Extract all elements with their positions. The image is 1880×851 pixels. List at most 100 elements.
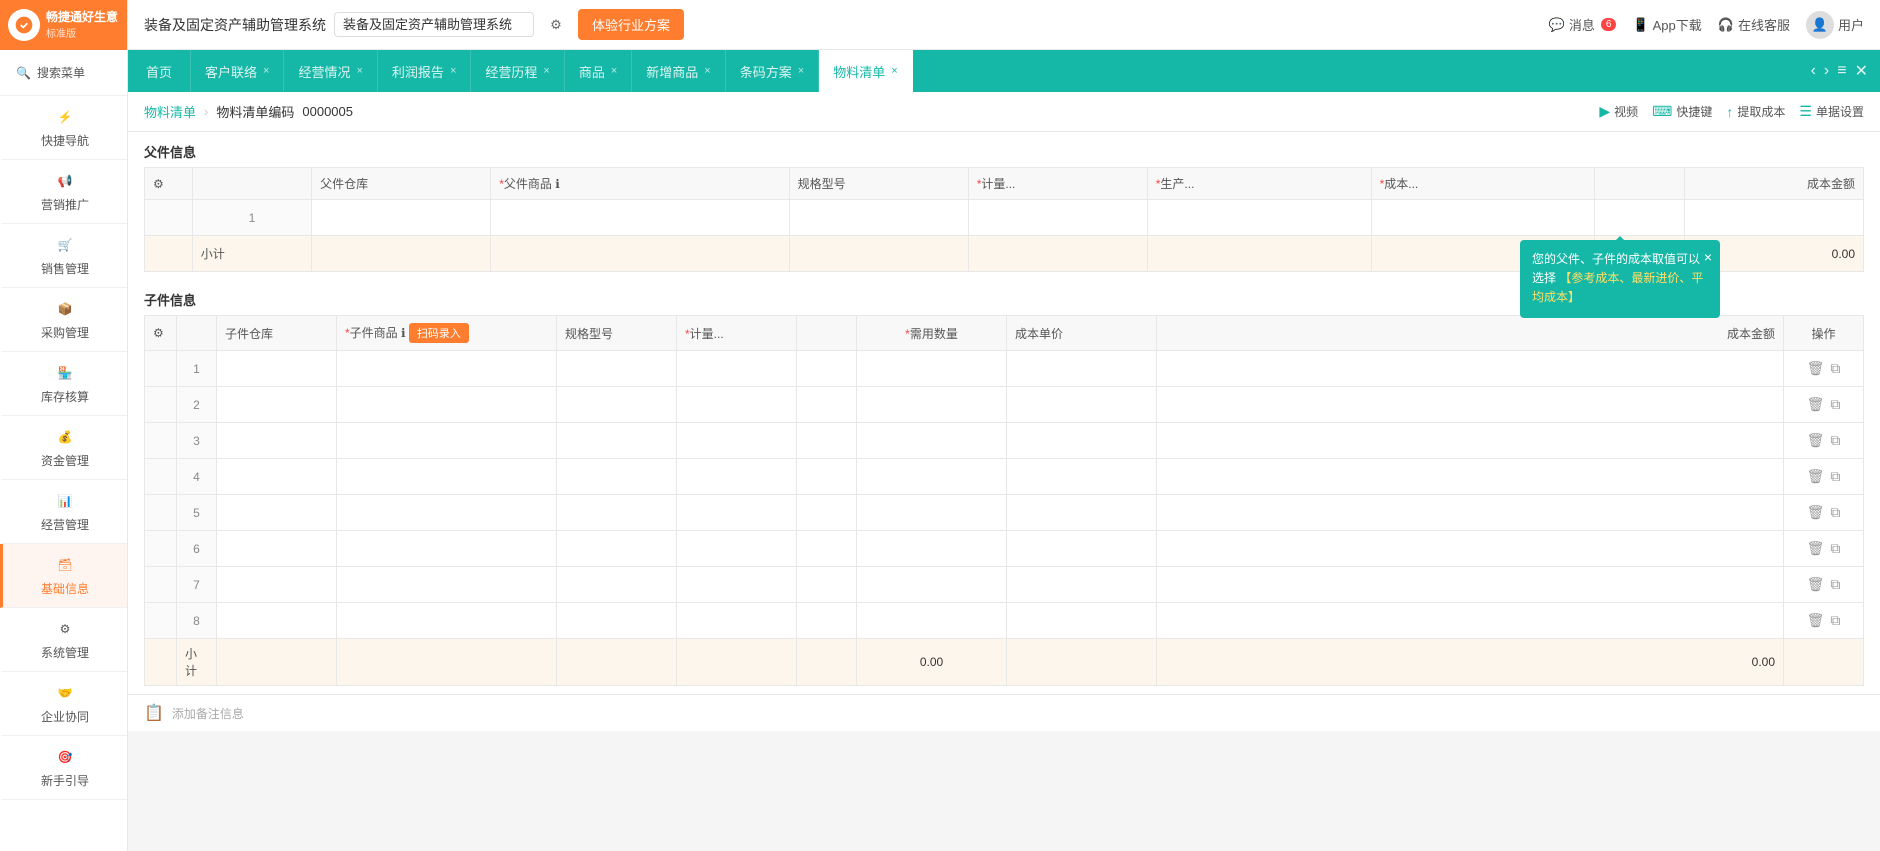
tab-bom-close[interactable]: × bbox=[891, 65, 897, 77]
trial-button[interactable]: 体验行业方案 bbox=[578, 9, 684, 40]
child-row-product[interactable] bbox=[337, 567, 557, 603]
breadcrumb[interactable]: 物料清单 bbox=[144, 102, 196, 121]
delete-icon[interactable]: 🗑 bbox=[1807, 612, 1825, 629]
sidebar-item-inventory[interactable]: 🏪 库存核算 bbox=[0, 352, 127, 416]
child-row-need-qty[interactable] bbox=[857, 567, 1007, 603]
copy-icon[interactable]: ⧉ bbox=[1830, 540, 1840, 557]
tooltip-close-icon[interactable]: × bbox=[1704, 246, 1712, 268]
child-row-warehouse[interactable] bbox=[217, 531, 337, 567]
child-row-product[interactable] bbox=[337, 495, 557, 531]
parent-row-1-cost[interactable] bbox=[1371, 200, 1595, 236]
tab-products-close[interactable]: × bbox=[611, 65, 617, 77]
child-row-warehouse[interactable] bbox=[217, 495, 337, 531]
sidebar-item-guide[interactable]: 🎯 新手引导 bbox=[0, 736, 127, 800]
tab-ops-close[interactable]: × bbox=[356, 65, 362, 77]
child-row-spec[interactable] bbox=[557, 603, 677, 639]
child-row-qty[interactable] bbox=[677, 567, 797, 603]
child-row-need-qty[interactable] bbox=[857, 495, 1007, 531]
online-service-item[interactable]: 🎧 在线客服 bbox=[1718, 15, 1790, 34]
tab-ops-status[interactable]: 经营情况 × bbox=[284, 50, 377, 92]
tab-profit-close[interactable]: × bbox=[450, 65, 456, 77]
sidebar-item-basic-info[interactable]: 🗃 基础信息 bbox=[0, 544, 127, 608]
tab-new-product-close[interactable]: × bbox=[704, 65, 710, 77]
parent-row-1-production[interactable] bbox=[1147, 200, 1371, 236]
tab-nav-right[interactable]: › bbox=[1820, 62, 1833, 80]
parent-row-1-qty[interactable] bbox=[968, 200, 1147, 236]
child-row-warehouse[interactable] bbox=[217, 567, 337, 603]
sidebar-item-finance[interactable]: 💰 资金管理 bbox=[0, 416, 127, 480]
gear-icon[interactable]: ⚙ bbox=[542, 11, 570, 39]
delete-icon[interactable]: 🗑 bbox=[1807, 432, 1825, 449]
sidebar-item-system[interactable]: ⚙ 系统管理 bbox=[0, 608, 127, 672]
child-row-product[interactable] bbox=[337, 603, 557, 639]
copy-icon[interactable]: ⧉ bbox=[1830, 504, 1840, 521]
child-row-warehouse[interactable] bbox=[217, 603, 337, 639]
child-row-unit-cost[interactable] bbox=[1007, 531, 1157, 567]
child-row-unit-cost[interactable] bbox=[1007, 495, 1157, 531]
tab-customer[interactable]: 客户联络 × bbox=[191, 50, 284, 92]
tab-home[interactable]: 首页 bbox=[128, 50, 191, 92]
child-row-need-qty[interactable] bbox=[857, 423, 1007, 459]
child-row-warehouse[interactable] bbox=[217, 459, 337, 495]
search-menu-button[interactable]: 🔍 搜索菜单 bbox=[8, 58, 119, 87]
child-row-warehouse[interactable] bbox=[217, 387, 337, 423]
tab-bom[interactable]: 物料清单 × bbox=[819, 50, 912, 92]
sidebar-item-cooperation[interactable]: 🤝 企业协同 bbox=[0, 672, 127, 736]
scan-input-button[interactable]: 扫码录入 bbox=[409, 323, 469, 343]
child-row-qty[interactable] bbox=[677, 387, 797, 423]
sidebar-item-sales[interactable]: 🛒 销售管理 bbox=[0, 224, 127, 288]
copy-icon[interactable]: ⧉ bbox=[1830, 468, 1840, 485]
child-row-qty[interactable] bbox=[677, 459, 797, 495]
copy-icon[interactable]: ⧉ bbox=[1830, 612, 1840, 629]
tab-close-all-icon[interactable]: ✕ bbox=[1851, 61, 1872, 81]
child-row-qty[interactable] bbox=[677, 423, 797, 459]
child-row-product[interactable] bbox=[337, 531, 557, 567]
message-item[interactable]: 💬 消息 6 bbox=[1549, 15, 1617, 34]
copy-icon[interactable]: ⧉ bbox=[1830, 360, 1840, 377]
child-row-spec[interactable] bbox=[557, 495, 677, 531]
tab-history-close[interactable]: × bbox=[543, 65, 549, 77]
tab-barcode-close[interactable]: × bbox=[798, 65, 804, 77]
child-row-warehouse[interactable] bbox=[217, 351, 337, 387]
child-row-warehouse[interactable] bbox=[217, 423, 337, 459]
child-row-spec[interactable] bbox=[557, 387, 677, 423]
child-row-spec[interactable] bbox=[557, 567, 677, 603]
sidebar-item-quick-nav[interactable]: ⚡ 快捷导航 bbox=[0, 96, 127, 160]
tab-new-product[interactable]: 新增商品 × bbox=[632, 50, 725, 92]
toolbar-video[interactable]: ▶ 视频 bbox=[1599, 103, 1638, 120]
bottom-hint-text[interactable]: 添加备注信息 bbox=[172, 705, 244, 722]
sidebar-item-purchase[interactable]: 📦 采购管理 bbox=[0, 288, 127, 352]
toolbar-shortcut[interactable]: ⌨ 快捷键 bbox=[1652, 103, 1712, 120]
delete-icon[interactable]: 🗑 bbox=[1807, 504, 1825, 521]
tab-products[interactable]: 商品 × bbox=[565, 50, 632, 92]
tab-profit[interactable]: 利润报告 × bbox=[378, 50, 471, 92]
copy-icon[interactable]: ⧉ bbox=[1830, 396, 1840, 413]
delete-icon[interactable]: 🗑 bbox=[1807, 360, 1825, 377]
delete-icon[interactable]: 🗑 bbox=[1807, 468, 1825, 485]
parent-row-1-product[interactable] bbox=[491, 200, 789, 236]
child-row-need-qty[interactable] bbox=[857, 531, 1007, 567]
copy-icon[interactable]: ⧉ bbox=[1830, 432, 1840, 449]
child-row-unit-cost[interactable] bbox=[1007, 351, 1157, 387]
child-row-unit-cost[interactable] bbox=[1007, 459, 1157, 495]
delete-icon[interactable]: 🗑 bbox=[1807, 540, 1825, 557]
child-row-need-qty[interactable] bbox=[857, 459, 1007, 495]
child-row-spec[interactable] bbox=[557, 351, 677, 387]
child-row-qty[interactable] bbox=[677, 351, 797, 387]
copy-icon[interactable]: ⧉ bbox=[1830, 576, 1840, 593]
child-row-spec[interactable] bbox=[557, 423, 677, 459]
child-row-product[interactable] bbox=[337, 387, 557, 423]
child-row-unit-cost[interactable] bbox=[1007, 567, 1157, 603]
app-download-item[interactable]: 📱 App下载 bbox=[1632, 15, 1701, 34]
sidebar-item-operations[interactable]: 📊 经营管理 bbox=[0, 480, 127, 544]
child-row-product[interactable] bbox=[337, 459, 557, 495]
child-row-unit-cost[interactable] bbox=[1007, 603, 1157, 639]
tab-nav-left[interactable]: ‹ bbox=[1807, 62, 1820, 80]
child-row-product[interactable] bbox=[337, 351, 557, 387]
parent-row-1-spec[interactable] bbox=[789, 200, 968, 236]
child-row-spec[interactable] bbox=[557, 459, 677, 495]
tab-barcode[interactable]: 条码方案 × bbox=[726, 50, 819, 92]
child-row-qty[interactable] bbox=[677, 495, 797, 531]
tab-customer-close[interactable]: × bbox=[263, 65, 269, 77]
delete-icon[interactable]: 🗑 bbox=[1807, 576, 1825, 593]
